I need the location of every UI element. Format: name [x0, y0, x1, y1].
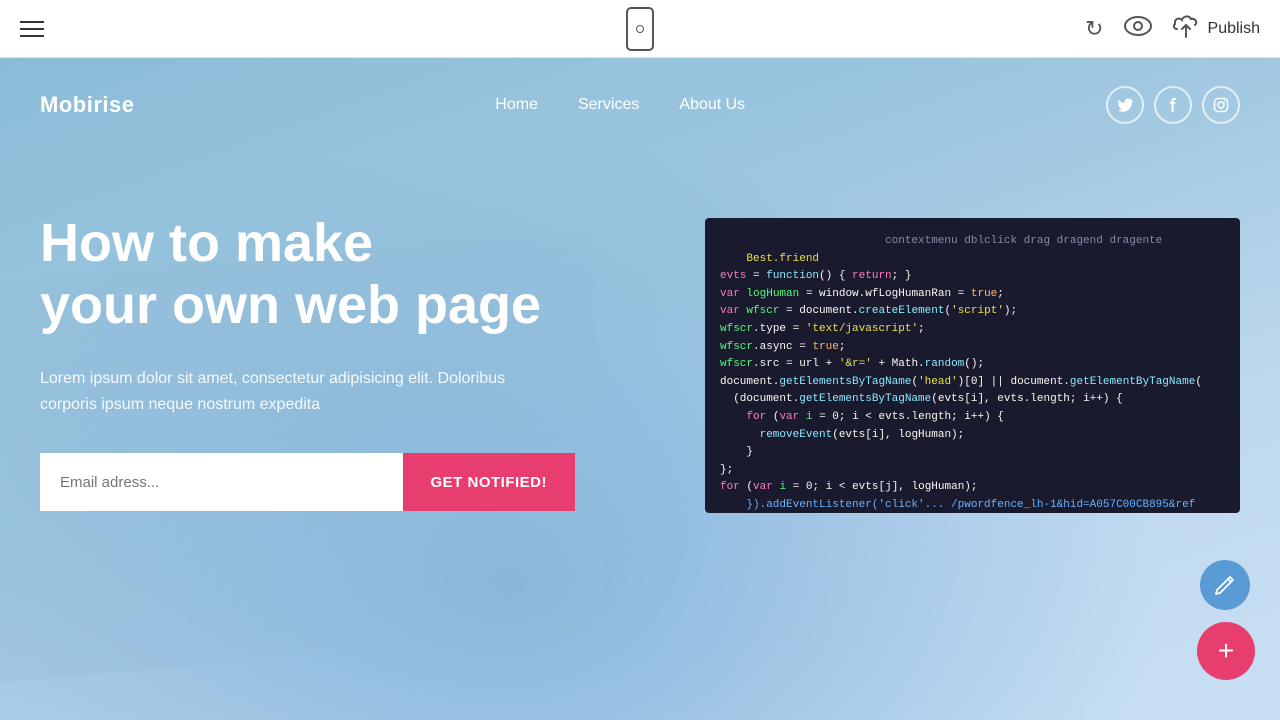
eye-icon[interactable]	[1124, 16, 1152, 42]
nav-socials	[1106, 86, 1240, 124]
nav-services[interactable]: Services	[578, 96, 639, 114]
toolbar-left	[20, 21, 44, 37]
notify-button[interactable]: GET NOTIFIED!	[403, 453, 576, 511]
hero-text: How to make your own web page Lorem ipsu…	[40, 212, 640, 511]
email-input[interactable]	[40, 453, 403, 511]
nav-links: Home Services About Us	[495, 96, 745, 114]
email-form: GET NOTIFIED!	[40, 453, 575, 511]
toolbar: ↺ Publish	[0, 0, 1280, 58]
fab-pencil-button[interactable]	[1200, 560, 1250, 610]
code-content: contextmenu dblclick drag dragend dragen…	[705, 218, 1240, 513]
fab-add-button[interactable]: +	[1197, 622, 1255, 680]
hero-section: Mobirise Home Services About Us	[0, 58, 1280, 720]
undo-icon[interactable]: ↺	[1085, 16, 1103, 42]
code-screenshot: contextmenu dblclick drag dragend dragen…	[705, 218, 1240, 513]
site-logo: Mobirise	[40, 92, 134, 118]
hero-title: How to make your own web page	[40, 212, 640, 336]
toolbar-right: ↺ Publish	[1085, 13, 1260, 45]
publish-label: Publish	[1208, 20, 1260, 38]
site-nav: Mobirise Home Services About Us	[0, 58, 1280, 152]
twitter-icon[interactable]	[1106, 86, 1144, 124]
instagram-icon[interactable]	[1202, 86, 1240, 124]
hamburger-icon[interactable]	[20, 21, 44, 37]
nav-home[interactable]: Home	[495, 96, 538, 114]
facebook-icon[interactable]	[1154, 86, 1192, 124]
toolbar-center	[626, 7, 654, 51]
publish-button[interactable]: Publish	[1172, 13, 1260, 45]
upload-icon	[1172, 13, 1200, 45]
nav-about[interactable]: About Us	[679, 96, 745, 114]
hero-subtitle: Lorem ipsum dolor sit amet, consectetur …	[40, 366, 560, 417]
mobile-preview-icon[interactable]	[626, 7, 654, 51]
